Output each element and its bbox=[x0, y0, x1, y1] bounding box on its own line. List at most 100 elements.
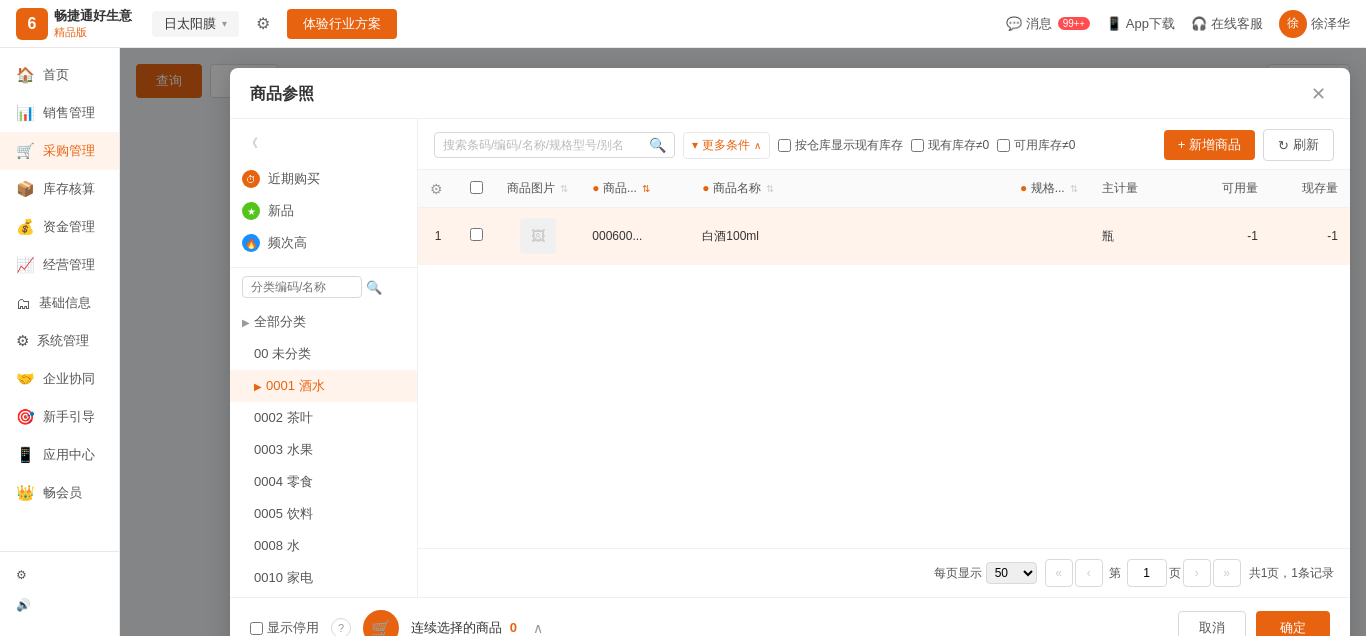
cat-item-0003[interactable]: 0003 水果 bbox=[230, 434, 417, 466]
cancel-button[interactable]: 取消 bbox=[1178, 611, 1246, 636]
row-checkbox[interactable] bbox=[470, 228, 483, 241]
sidebar-item-basic[interactable]: 🗂 基础信息 bbox=[0, 284, 119, 322]
th-avail: 可用量 bbox=[1170, 170, 1270, 208]
messages-button[interactable]: 💬 消息 99++ bbox=[1006, 15, 1090, 33]
cell-spec bbox=[1008, 208, 1090, 265]
cat-item-all[interactable]: ▶ 全部分类 bbox=[230, 306, 417, 338]
sidebar-item-purchase[interactable]: 🛒 采购管理 bbox=[0, 132, 119, 170]
page-prev-button[interactable]: ‹ bbox=[1075, 559, 1103, 587]
page-first-button[interactable]: « bbox=[1045, 559, 1073, 587]
product-image: 🖼 bbox=[520, 218, 556, 254]
user-profile[interactable]: 徐 徐泽华 bbox=[1279, 10, 1350, 38]
product-search-button[interactable]: 🔍 bbox=[649, 137, 666, 153]
refresh-button[interactable]: ↻ 刷新 bbox=[1263, 129, 1334, 161]
product-search-input[interactable] bbox=[443, 138, 643, 152]
message-icon: 💬 bbox=[1006, 16, 1022, 31]
cart-button[interactable]: 🛒 bbox=[363, 610, 399, 636]
page-size-select-input[interactable]: 50 10 20 100 bbox=[986, 562, 1037, 584]
th-spec: ● 规格... ⇅ bbox=[1008, 170, 1090, 208]
table-settings-button[interactable]: ⚙ bbox=[430, 181, 443, 197]
warehouse-display-checkbox[interactable]: 按仓库显示现有库存 bbox=[778, 137, 903, 154]
modal-footer: 显示停用 ? 🛒 连续选择的商品 0 ∧ 取消 确定 bbox=[230, 597, 1350, 636]
avail-ne0-checkbox[interactable]: 可用库存≠0 bbox=[997, 137, 1075, 154]
avail-ne0-input[interactable] bbox=[997, 139, 1010, 152]
quick-item-recent[interactable]: ⏱ 近期购买 bbox=[230, 163, 417, 195]
sidebar-item-inventory[interactable]: 📦 库存核算 bbox=[0, 170, 119, 208]
sidebar-item-sales[interactable]: 📊 销售管理 bbox=[0, 94, 119, 132]
page-next-button[interactable]: › bbox=[1183, 559, 1211, 587]
sidebar-volume-btn[interactable]: 🔊 bbox=[0, 590, 119, 620]
settings-button[interactable]: ⚙ bbox=[247, 8, 279, 40]
cat-item-0002[interactable]: 0002 茶叶 bbox=[230, 402, 417, 434]
headset-icon: 🎧 bbox=[1191, 16, 1207, 31]
top-nav: 6 畅捷通好生意 精品版 日太阳膜 ▾ ⚙ 体验行业方案 💬 消息 99++ 📱… bbox=[0, 0, 1366, 48]
cell-name: 白酒100ml bbox=[690, 208, 1008, 265]
category-search-button[interactable]: 🔍 bbox=[366, 280, 382, 295]
trial-button[interactable]: 体验行业方案 bbox=[287, 9, 397, 39]
user-avatar: 徐 bbox=[1279, 10, 1307, 38]
th-image: 商品图片 ⇅ bbox=[495, 170, 580, 208]
help-button[interactable]: ? bbox=[331, 618, 351, 636]
cart-count-badge: 0 bbox=[510, 620, 517, 635]
nav-dropdown[interactable]: 日太阳膜 ▾ bbox=[152, 11, 239, 37]
cell-code: 000600... bbox=[580, 208, 690, 265]
page-last-button[interactable]: » bbox=[1213, 559, 1241, 587]
sidebar-settings-btn[interactable]: ⚙ bbox=[0, 560, 119, 590]
new-icon: ★ bbox=[242, 202, 260, 220]
warehouse-checkbox-input[interactable] bbox=[778, 139, 791, 152]
home-icon: 🏠 bbox=[16, 66, 35, 84]
online-service-button[interactable]: 🎧 在线客服 bbox=[1191, 15, 1263, 33]
add-product-button[interactable]: + 新增商品 bbox=[1164, 130, 1255, 160]
modal-title: 商品参照 bbox=[250, 84, 314, 105]
cat-item-0005[interactable]: 0005 饮料 bbox=[230, 498, 417, 530]
logo-text: 畅捷通好生意 精品版 bbox=[54, 7, 132, 40]
page-number-input[interactable] bbox=[1127, 559, 1167, 587]
show-disabled-input[interactable] bbox=[250, 622, 263, 635]
sidebar: 🏠 首页 📊 销售管理 🛒 采购管理 📦 库存核算 💰 资金管理 📈 经营管理 … bbox=[0, 48, 120, 636]
sidebar-item-collab[interactable]: 🤝 企业协同 bbox=[0, 360, 119, 398]
sidebar-item-home[interactable]: 🏠 首页 bbox=[0, 56, 119, 94]
modal-close-button[interactable]: ✕ bbox=[1306, 82, 1330, 106]
table-row[interactable]: 1 🖼 000600... 白酒100ml bbox=[418, 208, 1350, 265]
footer-collapse-button[interactable]: ∧ bbox=[533, 620, 543, 636]
sort-image-icon: ⇅ bbox=[560, 183, 568, 194]
confirm-button[interactable]: 确定 bbox=[1256, 611, 1330, 636]
app-download-button[interactable]: 📱 App下载 bbox=[1106, 15, 1175, 33]
sidebar-item-operations[interactable]: 📈 经营管理 bbox=[0, 246, 119, 284]
th-code: ● 商品... ⇅ bbox=[580, 170, 690, 208]
more-filters-button[interactable]: ▾ 更多条件 ∧ bbox=[683, 132, 770, 159]
phone-icon: 📱 bbox=[1106, 16, 1122, 31]
member-icon: 👑 bbox=[16, 484, 35, 502]
guide-icon: 🎯 bbox=[16, 408, 35, 426]
purchase-icon: 🛒 bbox=[16, 142, 35, 160]
cat-item-0001[interactable]: ▶ 0001 酒水 bbox=[230, 370, 417, 402]
modal-body: 《 ⏱ 近期购买 ★ 新品 🔥 bbox=[230, 119, 1350, 597]
pagination-bar: 每页显示 50 10 20 100 « ‹ 第 bbox=[418, 548, 1350, 597]
sidebar-item-guide[interactable]: 🎯 新手引导 bbox=[0, 398, 119, 436]
refresh-icon: ↻ bbox=[1278, 138, 1289, 153]
cat-item-00[interactable]: 00 未分类 bbox=[230, 338, 417, 370]
sidebar-item-system[interactable]: ⚙ 系统管理 bbox=[0, 322, 119, 360]
apps-icon: 📱 bbox=[16, 446, 35, 464]
quick-item-new[interactable]: ★ 新品 bbox=[230, 195, 417, 227]
collab-icon: 🤝 bbox=[16, 370, 35, 388]
category-search-input[interactable] bbox=[242, 276, 362, 298]
cat-item-0010[interactable]: 0010 家电 bbox=[230, 562, 417, 594]
quick-access-section: ⏱ 近期购买 ★ 新品 🔥 频次高 bbox=[230, 159, 417, 263]
collapse-category-button[interactable]: 《 bbox=[242, 133, 262, 153]
stock-ne0-checkbox[interactable]: 现有库存≠0 bbox=[911, 137, 989, 154]
category-divider bbox=[230, 267, 417, 268]
quick-item-frequent[interactable]: 🔥 频次高 bbox=[230, 227, 417, 259]
cat-item-0008[interactable]: 0008 水 bbox=[230, 530, 417, 562]
sidebar-item-finance[interactable]: 💰 资金管理 bbox=[0, 208, 119, 246]
cat-item-0004[interactable]: 0004 零食 bbox=[230, 466, 417, 498]
select-all-checkbox[interactable] bbox=[470, 181, 483, 194]
sidebar-item-member[interactable]: 👑 畅会员 bbox=[0, 474, 119, 512]
page-info: 共1页，1条记录 bbox=[1249, 565, 1334, 582]
frequent-icon: 🔥 bbox=[242, 234, 260, 252]
sidebar-item-apps[interactable]: 📱 应用中心 bbox=[0, 436, 119, 474]
stock-ne0-input[interactable] bbox=[911, 139, 924, 152]
dropdown-arrow-icon: ▾ bbox=[222, 18, 227, 29]
show-disabled-checkbox[interactable]: 显示停用 bbox=[250, 619, 319, 636]
modal-header: 商品参照 ✕ bbox=[230, 68, 1350, 119]
